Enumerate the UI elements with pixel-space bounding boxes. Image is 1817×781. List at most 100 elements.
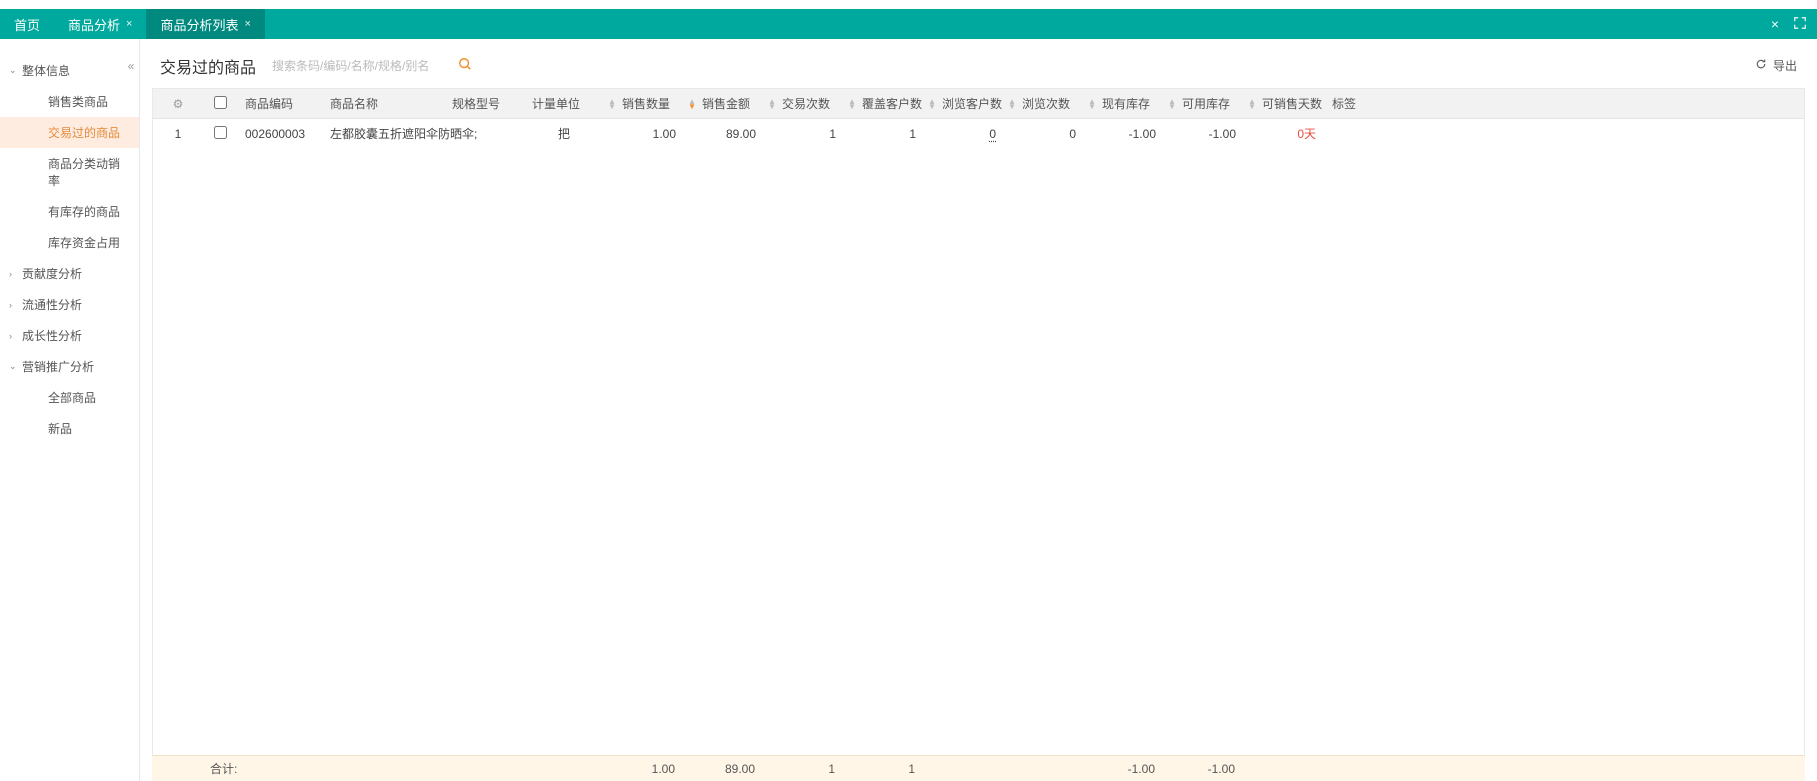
content-area: 交易过的商品 导出 — [140, 39, 1817, 781]
footer-qty: 1.00 — [603, 762, 683, 776]
gear-icon: ⚙ — [173, 97, 184, 111]
search-box — [270, 55, 472, 77]
chevron-right-icon: › — [9, 331, 12, 341]
col-spec[interactable]: 规格型号 — [444, 89, 524, 119]
sidebar-group-liquidity: › 流通性分析 — [0, 289, 139, 320]
search-input[interactable] — [270, 55, 450, 77]
cell-stock: -1.00 — [1084, 119, 1164, 149]
cell-code: 002600003 — [237, 119, 322, 149]
sidebar-item-sales-products[interactable]: 销售类商品 — [0, 86, 139, 117]
page-title: 交易过的商品 — [160, 54, 256, 78]
col-tag[interactable]: 标签 — [1324, 89, 1804, 119]
sort-icon: ▲▼ — [608, 99, 616, 109]
close-icon[interactable]: × — [244, 18, 250, 30]
sidebar-item-label: 商品分类动销率 — [48, 157, 120, 188]
cell-name: 左都胶囊五折遮阳伞防晒伞; — [322, 119, 444, 149]
col-label: 计量单位 — [532, 97, 580, 111]
topbar-spacer — [0, 0, 1817, 9]
sidebar-item-inventory-capital[interactable]: 库存资金占用 — [0, 227, 139, 258]
col-browse-count[interactable]: ▲▼ 浏览次数 — [1004, 89, 1084, 119]
fullscreen-icon[interactable] — [1793, 16, 1807, 33]
col-qty[interactable]: ▲▼ 销售数量 — [604, 89, 684, 119]
col-checkbox[interactable] — [203, 89, 237, 119]
cell-days: 0天 — [1244, 119, 1324, 149]
cell-avail: -1.00 — [1164, 119, 1244, 149]
cell-checkbox — [203, 119, 237, 149]
sidebar-item-category-sellrate[interactable]: 商品分类动销率 — [0, 148, 139, 196]
col-code[interactable]: 商品编码 — [237, 89, 322, 119]
tab-home[interactable]: 首页 — [0, 9, 54, 39]
sort-icon: ▲▼ — [1248, 99, 1256, 109]
sidebar-item-label: 全部商品 — [48, 391, 96, 405]
col-unit[interactable]: 计量单位 — [524, 89, 604, 119]
tabbar-actions: × — [1771, 9, 1817, 39]
sidebar-item-instock-products[interactable]: 有库存的商品 — [0, 196, 139, 227]
data-table: ⚙ 商品编码 商品名称 规格型号 计量单位 ▲▼ 销售数量 ▲▼ 销售金额 ▲▼ 交易… — [152, 88, 1805, 755]
sidebar-item-new-products[interactable]: 新品 — [0, 413, 139, 444]
row-checkbox[interactable] — [214, 126, 227, 139]
table-row[interactable]: 1 002600003 左都胶囊五折遮阳伞防晒伞; 把 1.00 89.00 1… — [153, 119, 1804, 149]
col-label: 商品名称 — [330, 97, 378, 111]
sidebar-group-overview: ⌄ 整体信息 销售类商品 交易过的商品 商品分类动销率 有库存的商品 库存资金占… — [0, 55, 139, 258]
footer-amount: 89.00 — [683, 762, 763, 776]
cell-customers: 1 — [844, 119, 924, 149]
export-label: 导出 — [1773, 57, 1797, 74]
tab-product-analysis-list[interactable]: 商品分析列表 × — [146, 9, 264, 39]
sidebar-group-label: 成长性分析 — [22, 327, 82, 344]
col-label: 交易次数 — [782, 97, 830, 111]
col-browse-customers[interactable]: ▲▼浏览客户数 — [924, 89, 1004, 119]
col-trx[interactable]: ▲▼ 交易次数 — [764, 89, 844, 119]
sidebar-group-label: 整体信息 — [22, 62, 70, 79]
sort-icon: ▲▼ — [1168, 99, 1176, 109]
close-all-icon[interactable]: × — [1771, 16, 1779, 32]
tab-bar: 首页 商品分析 × 商品分析列表 × × — [0, 9, 1817, 39]
col-label: 可用库存 — [1182, 97, 1230, 111]
col-label: 商品编码 — [245, 97, 293, 111]
table-header-row: ⚙ 商品编码 商品名称 规格型号 计量单位 ▲▼ 销售数量 ▲▼ 销售金额 ▲▼ 交易… — [153, 89, 1804, 119]
col-settings[interactable]: ⚙ — [153, 89, 203, 119]
sidebar-group-label: 贡献度分析 — [22, 265, 82, 282]
col-name[interactable]: 商品名称 — [322, 89, 444, 119]
col-avail[interactable]: ▲▼ 可用库存 — [1164, 89, 1244, 119]
sort-icon: ▲▼ — [768, 99, 776, 109]
sidebar-item-label: 销售类商品 — [48, 95, 108, 109]
select-all-checkbox[interactable] — [214, 96, 227, 109]
col-days[interactable]: ▲▼ 可销售天数 — [1244, 89, 1324, 119]
cell-browse-customers: 0 — [924, 119, 1004, 149]
col-label: 覆盖客户数 — [862, 97, 922, 111]
tab-product-analysis[interactable]: 商品分析 × — [54, 9, 146, 39]
sidebar-group-header[interactable]: › 流通性分析 — [0, 289, 139, 320]
sidebar-item-label: 库存资金占用 — [48, 236, 120, 250]
sidebar-group-header[interactable]: ⌄ 整体信息 — [0, 55, 139, 86]
col-stock[interactable]: ▲▼现有库存 — [1084, 89, 1164, 119]
sort-icon: ▲▼ — [688, 99, 696, 109]
chevron-down-icon: ⌄ — [9, 361, 17, 372]
sidebar-item-traded-products[interactable]: 交易过的商品 — [0, 117, 139, 148]
col-label: 浏览客户数 — [942, 97, 1002, 111]
col-amount[interactable]: ▲▼ 销售金额 — [684, 89, 764, 119]
sort-icon: ▲▼ — [1088, 99, 1096, 109]
browse-customers-link[interactable]: 0 — [989, 127, 996, 141]
footer-trx: 1 — [763, 762, 843, 776]
cell-amount: 89.00 — [684, 119, 764, 149]
sidebar-item-all-products[interactable]: 全部商品 — [0, 382, 139, 413]
col-label: 浏览次数 — [1022, 97, 1070, 111]
search-icon[interactable] — [458, 57, 472, 74]
col-customers[interactable]: ▲▼ 覆盖客户数 — [844, 89, 924, 119]
sort-icon: ▲▼ — [848, 99, 856, 109]
col-label: 销售数量 — [622, 97, 670, 111]
export-button[interactable]: 导出 — [1747, 53, 1805, 78]
col-label: 销售金额 — [702, 97, 750, 111]
sort-icon: ▲▼ — [1008, 99, 1016, 109]
cell-unit: 把 — [524, 119, 604, 149]
close-icon[interactable]: × — [126, 18, 132, 30]
main-area: « ⌄ 整体信息 销售类商品 交易过的商品 商品分类动销率 有库存的商品 库存资… — [0, 39, 1817, 781]
sidebar-group-header[interactable]: › 成长性分析 — [0, 320, 139, 351]
col-label: 可销售天数 — [1262, 97, 1322, 111]
sidebar-item-label: 新品 — [48, 422, 72, 436]
cell-qty: 1.00 — [604, 119, 684, 149]
sidebar-group-label: 营销推广分析 — [22, 358, 94, 375]
sidebar-group-header[interactable]: ⌄ 营销推广分析 — [0, 351, 139, 382]
sidebar-group-header[interactable]: › 贡献度分析 — [0, 258, 139, 289]
refresh-icon — [1755, 58, 1767, 73]
